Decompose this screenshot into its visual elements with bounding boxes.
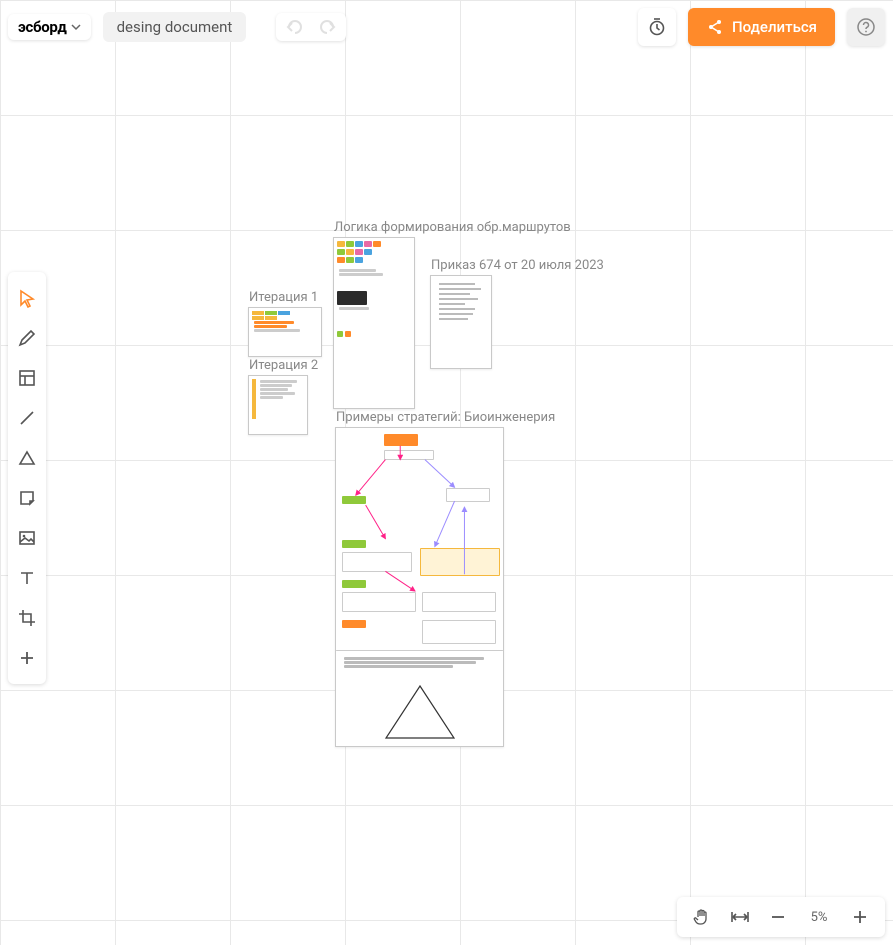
share-button[interactable]: Поделиться <box>688 8 835 46</box>
select-tool[interactable] <box>8 278 46 318</box>
hand-icon <box>692 907 712 927</box>
logo-menu[interactable]: эсборд <box>8 14 91 40</box>
clock-icon <box>647 17 667 37</box>
undo-icon[interactable] <box>284 17 306 37</box>
undo-redo-group <box>276 13 346 41</box>
shape-tool[interactable] <box>8 438 46 478</box>
text-icon <box>17 568 37 588</box>
topbar: эсборд desing document Поделиться <box>8 8 885 46</box>
timer-button[interactable] <box>638 8 676 46</box>
zoom-out-button[interactable] <box>759 897 797 937</box>
frame-icon <box>17 368 37 388</box>
zoom-value[interactable]: 5% <box>797 910 841 925</box>
line-tool[interactable] <box>8 398 46 438</box>
redo-icon[interactable] <box>316 17 338 37</box>
frame-label: Итерация 1 <box>249 290 318 305</box>
frame-tool[interactable] <box>8 358 46 398</box>
plus-icon <box>851 908 869 926</box>
image-tool[interactable] <box>8 518 46 558</box>
chevron-down-icon <box>71 22 81 32</box>
fit-button[interactable] <box>721 897 759 937</box>
frame-label: Итерация 2 <box>249 358 318 373</box>
triangle-icon <box>17 448 37 468</box>
frame-label: Логика формирования обр.маршрутов <box>334 220 571 235</box>
frame-label: Приказ 674 от 20 июля 2023 <box>431 258 604 273</box>
logo-text: эсборд <box>18 18 67 36</box>
minus-icon <box>769 908 787 926</box>
left-toolbar <box>8 272 46 684</box>
fit-icon <box>730 907 750 927</box>
share-icon <box>706 18 724 36</box>
document-title[interactable]: desing document <box>103 12 247 42</box>
text-tool[interactable] <box>8 558 46 598</box>
pencil-icon <box>17 328 37 348</box>
pan-tool[interactable] <box>683 897 721 937</box>
frame-logic[interactable]: Логика формирования обр.маршрутов <box>333 237 415 409</box>
frame-iter2[interactable]: Итерация 2 <box>248 375 308 435</box>
frame-strategies[interactable]: Примеры стратегий: Биоинженерия <box>335 427 504 747</box>
plus-icon <box>17 648 37 668</box>
crop-tool[interactable] <box>8 598 46 638</box>
add-tool[interactable] <box>8 638 46 678</box>
image-icon <box>17 528 37 548</box>
help-button[interactable] <box>847 8 885 46</box>
zoom-in-button[interactable] <box>841 897 879 937</box>
zoom-bar: 5% <box>677 897 885 937</box>
share-label: Поделиться <box>732 18 817 36</box>
line-icon <box>17 408 37 428</box>
pen-tool[interactable] <box>8 318 46 358</box>
frame-order[interactable]: Приказ 674 от 20 июля 2023 <box>430 275 492 369</box>
sticky-icon <box>17 488 37 508</box>
cursor-icon <box>17 288 37 308</box>
frame-iter1[interactable]: Итерация 1 <box>248 307 322 357</box>
sticky-tool[interactable] <box>8 478 46 518</box>
crop-icon <box>17 608 37 628</box>
question-icon <box>857 18 875 36</box>
frame-label: Примеры стратегий: Биоинженерия <box>336 410 555 425</box>
